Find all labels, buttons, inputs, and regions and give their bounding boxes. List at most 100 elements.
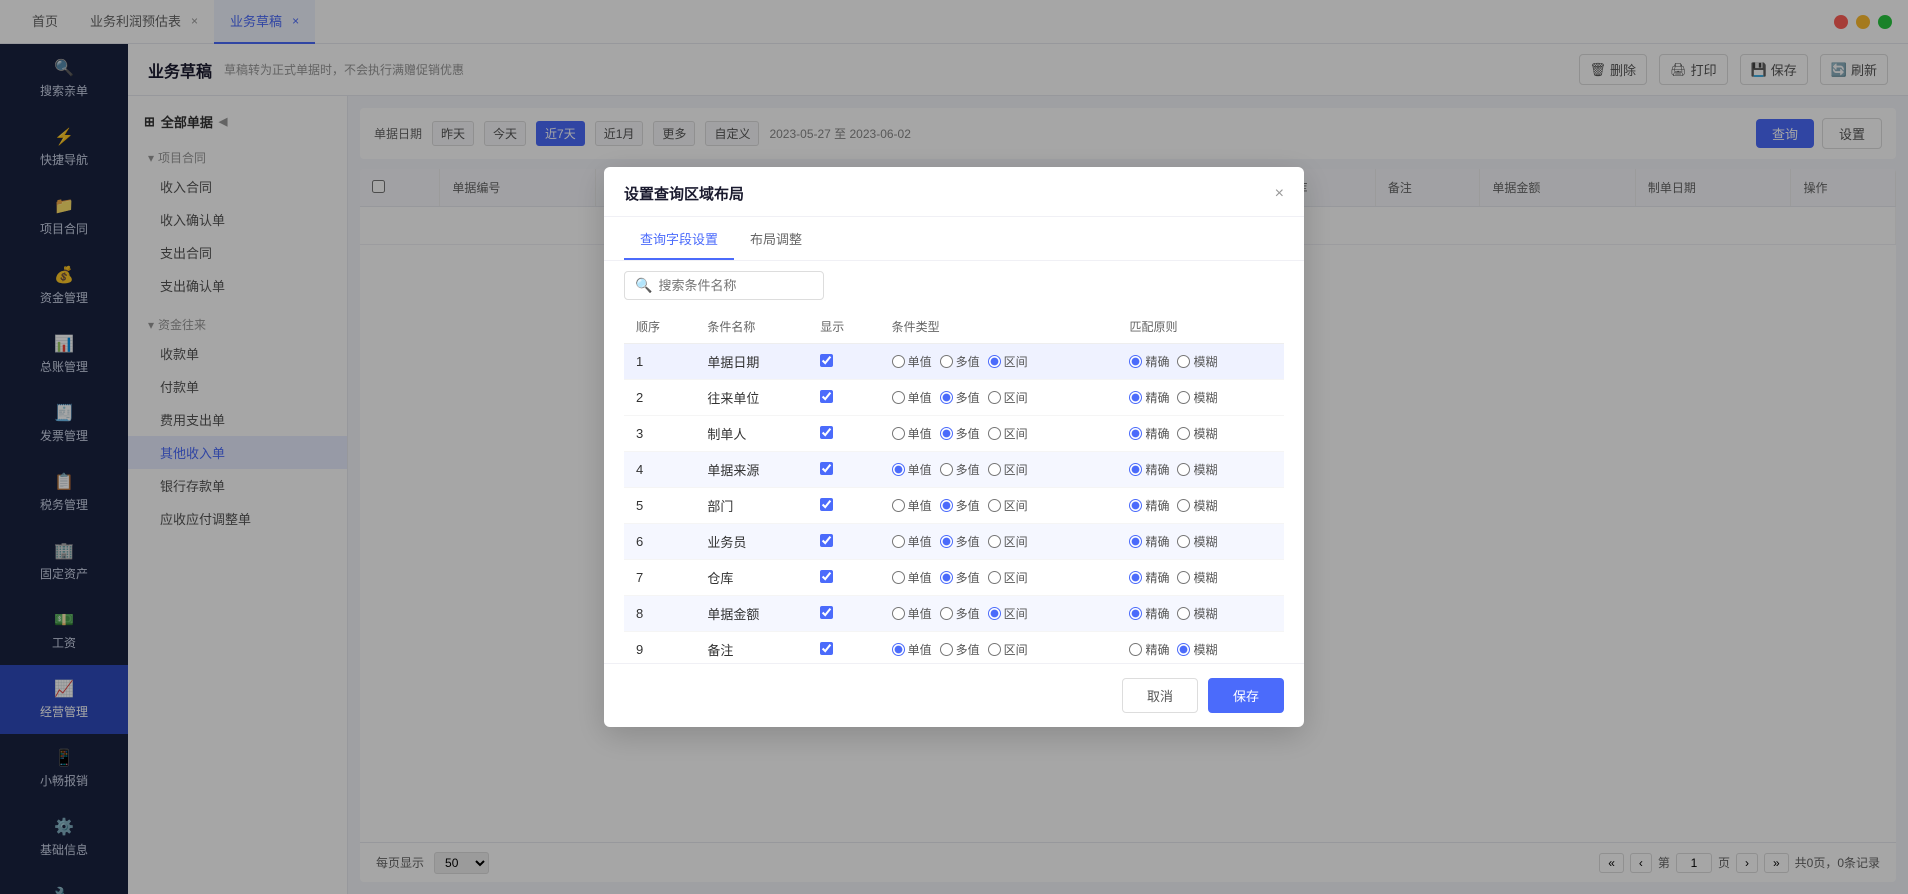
type-radio-单值[interactable] bbox=[892, 643, 905, 656]
match-radio-label[interactable]: 模糊 bbox=[1177, 605, 1217, 622]
row-show-checkbox[interactable] bbox=[820, 606, 833, 619]
type-radio-label[interactable]: 多值 bbox=[940, 533, 980, 550]
type-radio-label[interactable]: 区间 bbox=[988, 605, 1028, 622]
type-radio-label[interactable]: 区间 bbox=[988, 353, 1028, 370]
type-radio-label[interactable]: 单值 bbox=[892, 497, 932, 514]
match-radio-模糊[interactable] bbox=[1177, 607, 1190, 620]
type-radio-label[interactable]: 多值 bbox=[940, 605, 980, 622]
type-radio-多值[interactable] bbox=[940, 355, 953, 368]
match-radio-精确[interactable] bbox=[1129, 391, 1142, 404]
match-radio-模糊[interactable] bbox=[1177, 643, 1190, 656]
row-show-checkbox[interactable] bbox=[820, 462, 833, 475]
match-radio-label[interactable]: 模糊 bbox=[1177, 353, 1217, 370]
type-radio-区间[interactable] bbox=[988, 607, 1001, 620]
type-radio-单值[interactable] bbox=[892, 571, 905, 584]
dialog-tab-layout[interactable]: 布局调整 bbox=[734, 217, 818, 260]
type-radio-label[interactable]: 区间 bbox=[988, 497, 1028, 514]
match-radio-label[interactable]: 精确 bbox=[1129, 425, 1169, 442]
row-show-checkbox[interactable] bbox=[820, 426, 833, 439]
row-show-checkbox[interactable] bbox=[820, 534, 833, 547]
match-radio-精确[interactable] bbox=[1129, 427, 1142, 440]
type-radio-label[interactable]: 单值 bbox=[892, 425, 932, 442]
match-radio-模糊[interactable] bbox=[1177, 427, 1190, 440]
type-radio-单值[interactable] bbox=[892, 391, 905, 404]
match-radio-模糊[interactable] bbox=[1177, 535, 1190, 548]
dialog-search-input[interactable] bbox=[658, 278, 813, 293]
match-radio-label[interactable]: 模糊 bbox=[1177, 497, 1217, 514]
type-radio-区间[interactable] bbox=[988, 499, 1001, 512]
type-radio-单值[interactable] bbox=[892, 535, 905, 548]
type-radio-单值[interactable] bbox=[892, 607, 905, 620]
type-radio-label[interactable]: 多值 bbox=[940, 569, 980, 586]
type-radio-label[interactable]: 多值 bbox=[940, 461, 980, 478]
type-radio-区间[interactable] bbox=[988, 643, 1001, 656]
dialog-close-btn[interactable]: × bbox=[1275, 185, 1284, 203]
type-radio-label[interactable]: 单值 bbox=[892, 389, 932, 406]
type-radio-多值[interactable] bbox=[940, 499, 953, 512]
row-show-checkbox[interactable] bbox=[820, 570, 833, 583]
match-radio-label[interactable]: 模糊 bbox=[1177, 533, 1217, 550]
type-radio-label[interactable]: 区间 bbox=[988, 425, 1028, 442]
match-radio-label[interactable]: 模糊 bbox=[1177, 641, 1217, 658]
type-radio-label[interactable]: 单值 bbox=[892, 569, 932, 586]
type-radio-区间[interactable] bbox=[988, 391, 1001, 404]
match-radio-label[interactable]: 模糊 bbox=[1177, 425, 1217, 442]
type-radio-label[interactable]: 多值 bbox=[940, 353, 980, 370]
type-radio-多值[interactable] bbox=[940, 607, 953, 620]
match-radio-label[interactable]: 精确 bbox=[1129, 497, 1169, 514]
type-radio-多值[interactable] bbox=[940, 535, 953, 548]
type-radio-label[interactable]: 区间 bbox=[988, 461, 1028, 478]
type-radio-label[interactable]: 区间 bbox=[988, 569, 1028, 586]
match-radio-精确[interactable] bbox=[1129, 607, 1142, 620]
dialog-tab-fields[interactable]: 查询字段设置 bbox=[624, 217, 734, 260]
type-radio-label[interactable]: 单值 bbox=[892, 641, 932, 658]
type-radio-区间[interactable] bbox=[988, 355, 1001, 368]
type-radio-label[interactable]: 单值 bbox=[892, 533, 932, 550]
type-radio-多值[interactable] bbox=[940, 643, 953, 656]
match-radio-label[interactable]: 模糊 bbox=[1177, 569, 1217, 586]
dialog-cancel-btn[interactable]: 取消 bbox=[1122, 678, 1198, 713]
type-radio-区间[interactable] bbox=[988, 571, 1001, 584]
match-radio-精确[interactable] bbox=[1129, 535, 1142, 548]
match-radio-模糊[interactable] bbox=[1177, 391, 1190, 404]
type-radio-区间[interactable] bbox=[988, 463, 1001, 476]
type-radio-区间[interactable] bbox=[988, 427, 1001, 440]
type-radio-多值[interactable] bbox=[940, 571, 953, 584]
match-radio-精确[interactable] bbox=[1129, 643, 1142, 656]
type-radio-单值[interactable] bbox=[892, 499, 905, 512]
match-radio-label[interactable]: 模糊 bbox=[1177, 389, 1217, 406]
type-radio-label[interactable]: 单值 bbox=[892, 461, 932, 478]
match-radio-模糊[interactable] bbox=[1177, 355, 1190, 368]
type-radio-label[interactable]: 多值 bbox=[940, 425, 980, 442]
match-radio-精确[interactable] bbox=[1129, 463, 1142, 476]
type-radio-label[interactable]: 多值 bbox=[940, 389, 980, 406]
type-radio-label[interactable]: 多值 bbox=[940, 641, 980, 658]
row-show-checkbox[interactable] bbox=[820, 642, 833, 655]
match-radio-label[interactable]: 精确 bbox=[1129, 569, 1169, 586]
type-radio-label[interactable]: 单值 bbox=[892, 353, 932, 370]
type-radio-label[interactable]: 区间 bbox=[988, 533, 1028, 550]
match-radio-精确[interactable] bbox=[1129, 571, 1142, 584]
row-show-checkbox[interactable] bbox=[820, 354, 833, 367]
match-radio-精确[interactable] bbox=[1129, 499, 1142, 512]
match-radio-模糊[interactable] bbox=[1177, 463, 1190, 476]
match-radio-模糊[interactable] bbox=[1177, 571, 1190, 584]
type-radio-label[interactable]: 单值 bbox=[892, 605, 932, 622]
match-radio-模糊[interactable] bbox=[1177, 499, 1190, 512]
match-radio-label[interactable]: 精确 bbox=[1129, 533, 1169, 550]
row-show-checkbox[interactable] bbox=[820, 390, 833, 403]
type-radio-多值[interactable] bbox=[940, 391, 953, 404]
type-radio-区间[interactable] bbox=[988, 535, 1001, 548]
type-radio-单值[interactable] bbox=[892, 427, 905, 440]
match-radio-label[interactable]: 精确 bbox=[1129, 461, 1169, 478]
type-radio-单值[interactable] bbox=[892, 355, 905, 368]
match-radio-精确[interactable] bbox=[1129, 355, 1142, 368]
match-radio-label[interactable]: 模糊 bbox=[1177, 461, 1217, 478]
match-radio-label[interactable]: 精确 bbox=[1129, 353, 1169, 370]
row-show-checkbox[interactable] bbox=[820, 498, 833, 511]
match-radio-label[interactable]: 精确 bbox=[1129, 605, 1169, 622]
type-radio-单值[interactable] bbox=[892, 463, 905, 476]
type-radio-label[interactable]: 区间 bbox=[988, 389, 1028, 406]
type-radio-多值[interactable] bbox=[940, 427, 953, 440]
type-radio-label[interactable]: 多值 bbox=[940, 497, 980, 514]
